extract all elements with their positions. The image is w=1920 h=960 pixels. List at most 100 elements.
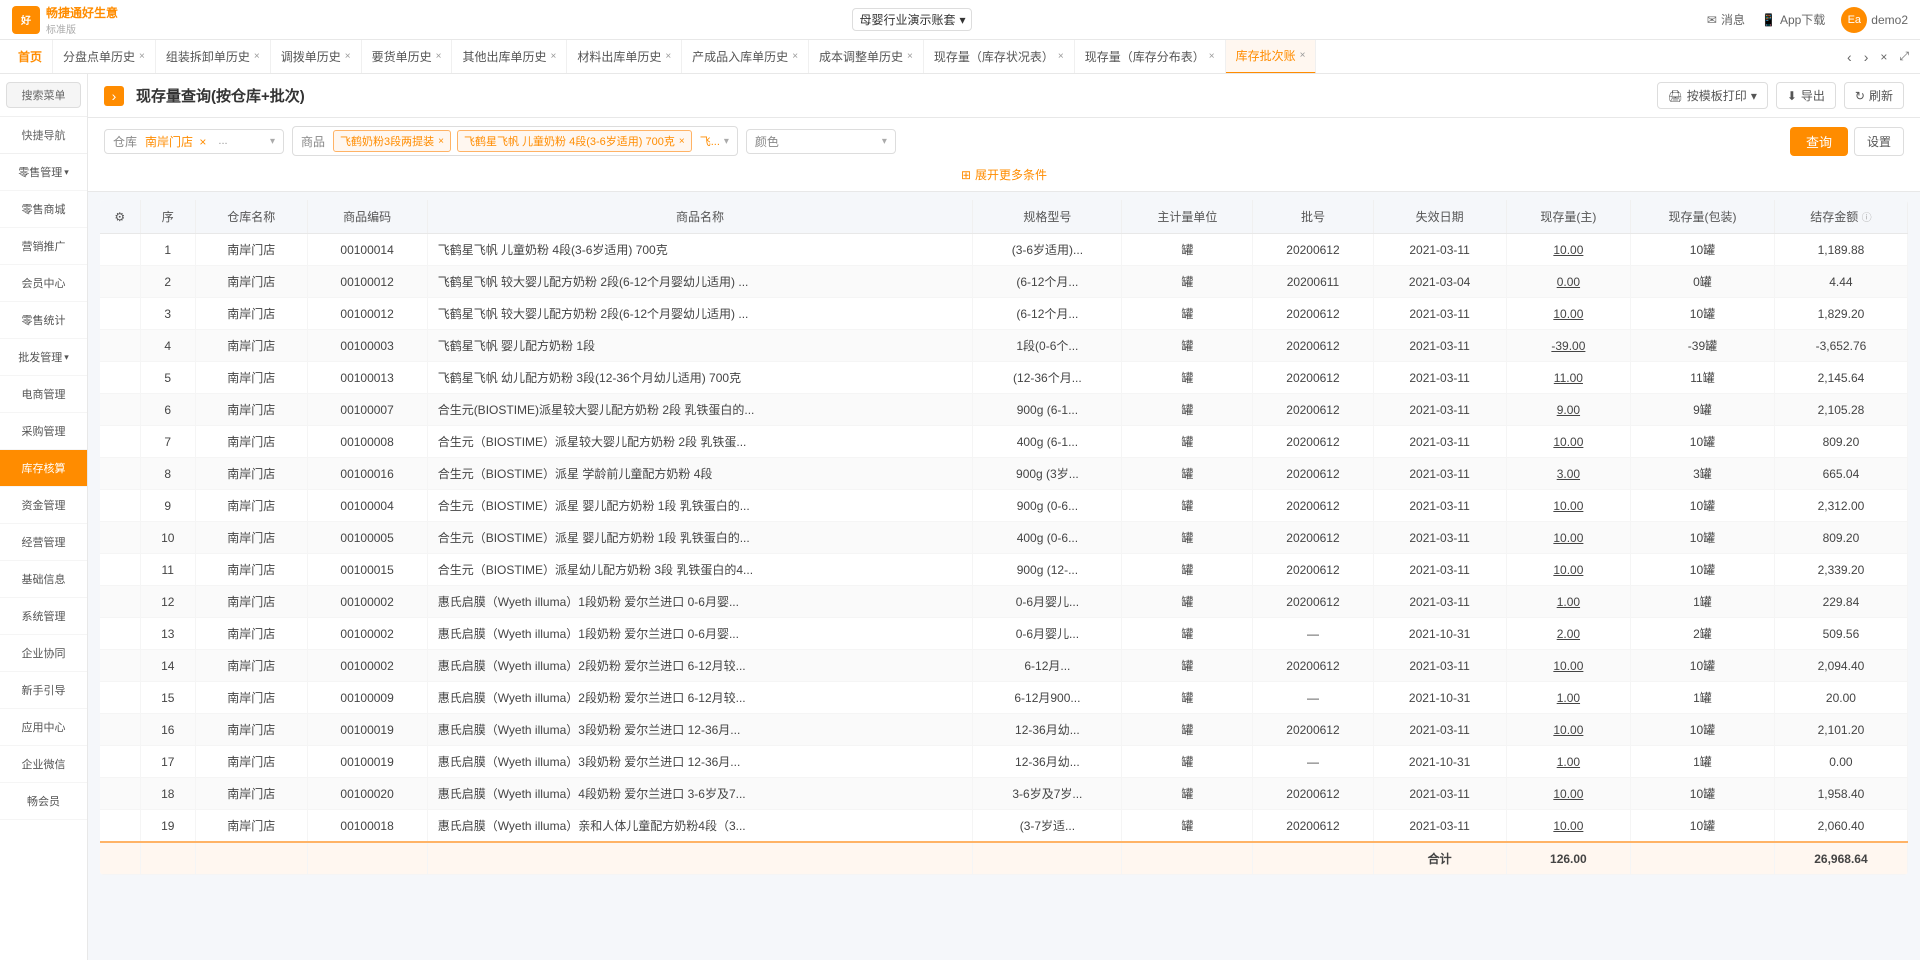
col-settings[interactable]: ⚙ xyxy=(100,200,140,234)
sidebar-item-wholesale[interactable]: 批发管理 ▾ xyxy=(0,339,87,376)
warehouse-tag-close-icon[interactable]: × xyxy=(199,135,206,149)
print-btn[interactable]: 🖨 按模板打印 ▾ xyxy=(1657,82,1768,109)
tab-prev-btn[interactable]: ‹ xyxy=(1844,49,1855,65)
product-filter[interactable]: 商品 飞鹤奶粉3段两提装 × 飞鹤星飞帆 儿童奶粉 4段(3-6岁适用) 700… xyxy=(292,126,738,156)
app-download-btn[interactable]: 📱 App下载 xyxy=(1761,11,1825,28)
search-menu-btn[interactable]: 搜索菜单 xyxy=(6,82,81,108)
sidebar-item-finance[interactable]: 资金管理 xyxy=(0,487,87,524)
row-stock-main[interactable]: 10.00 xyxy=(1506,554,1630,586)
account-dropdown[interactable]: 母婴行业演示账套 ▾ xyxy=(852,8,972,31)
sidebar-item-stats[interactable]: 零售统计 xyxy=(0,302,87,339)
table-body: 1南岸门店00100014飞鹤星飞帆 儿童奶粉 4段(3-6岁适用) 700克(… xyxy=(100,234,1908,875)
row-check xyxy=(100,650,140,682)
tab-stock-distribution[interactable]: 现存量（库存分布表） × xyxy=(1075,40,1226,74)
sidebar-item-shop[interactable]: 零售商城 xyxy=(0,191,87,228)
tab-disassembly-history[interactable]: 组装拆卸单历史 × xyxy=(156,40,271,74)
row-stock-pkg: 1罐 xyxy=(1631,746,1775,778)
sidebar-item-corp[interactable]: 企业协同 xyxy=(0,635,87,672)
row-stock-main[interactable]: -39.00 xyxy=(1506,330,1630,362)
sidebar-item-ecommerce[interactable]: 电商管理 xyxy=(0,376,87,413)
row-check xyxy=(100,362,140,394)
sidebar-item-guide[interactable]: 新手引导 xyxy=(0,672,87,709)
sidebar-item-inventory[interactable]: 库存核算 xyxy=(0,450,87,487)
row-stock-main[interactable]: 1.00 xyxy=(1506,682,1630,714)
product-dropdown-icon[interactable]: ▾ xyxy=(724,136,729,147)
tab-close-icon[interactable]: × xyxy=(139,51,145,62)
sidebar-toggle-btn[interactable]: › xyxy=(104,86,124,106)
app-name: 畅捷通好生意 xyxy=(46,4,118,21)
row-stock-main[interactable]: 9.00 xyxy=(1506,394,1630,426)
tab-close-icon[interactable]: × xyxy=(1058,51,1064,62)
table-row: 3南岸门店00100012飞鹤星飞帆 较大婴儿配方奶粉 2段(6-12个月婴幼儿… xyxy=(100,298,1908,330)
tab-other-out-history[interactable]: 其他出库单历史 × xyxy=(452,40,567,74)
color-filter[interactable]: 颜色 ▾ xyxy=(746,129,896,154)
sidebar-item-system[interactable]: 系统管理 xyxy=(0,598,87,635)
warehouse-more: ... xyxy=(218,135,227,147)
quick-nav-btn[interactable]: 快捷导航 xyxy=(0,123,87,147)
product-tag-1[interactable]: 飞鹤奶粉3段两提装 × xyxy=(333,130,451,152)
row-stock-main[interactable]: 10.00 xyxy=(1506,298,1630,330)
row-stock-main[interactable]: 10.00 xyxy=(1506,490,1630,522)
user-area[interactable]: Ea demo2 xyxy=(1841,7,1908,33)
tab-home[interactable]: 首页 xyxy=(8,40,53,74)
export-btn[interactable]: ⬇ 导出 xyxy=(1776,82,1836,109)
tab-mix-history[interactable]: 调拨单历史 × xyxy=(271,40,362,74)
tab-close-icon[interactable]: × xyxy=(1300,50,1306,61)
settings-btn[interactable]: 设置 xyxy=(1854,127,1904,156)
row-stock-main[interactable]: 2.00 xyxy=(1506,618,1630,650)
sidebar-item-corp-wechat[interactable]: 企业微信 xyxy=(0,746,87,783)
tab-close-icon[interactable]: × xyxy=(1209,51,1215,62)
product-tag-2-close-icon[interactable]: × xyxy=(679,136,685,147)
sidebar-item-marketing[interactable]: 营销推广 xyxy=(0,228,87,265)
tab-close-icon[interactable]: × xyxy=(436,51,442,62)
tab-batch-voucher[interactable]: 库存批次账 × xyxy=(1226,40,1317,74)
expand-more-btn[interactable]: ⊞ 展开更多条件 xyxy=(961,166,1047,183)
sidebar-item-purchase[interactable]: 采购管理 xyxy=(0,413,87,450)
tab-close-icon[interactable]: × xyxy=(665,51,671,62)
tab-cost-adjust-history[interactable]: 成本调整单历史 × xyxy=(809,40,924,74)
row-stock-main[interactable]: 10.00 xyxy=(1506,650,1630,682)
col-product-name: 商品名称 xyxy=(427,200,973,234)
info-icon[interactable]: ⓘ xyxy=(1862,213,1872,224)
row-stock-main[interactable]: 10.00 xyxy=(1506,778,1630,810)
tab-close-icon[interactable]: × xyxy=(792,51,798,62)
row-stock-main[interactable]: 10.00 xyxy=(1506,522,1630,554)
warehouse-filter[interactable]: 仓库 南岸门店 × ... ▾ xyxy=(104,129,284,154)
sidebar-item-business[interactable]: 经营管理 xyxy=(0,524,87,561)
row-stock-main[interactable]: 11.00 xyxy=(1506,362,1630,394)
tab-distribution-history[interactable]: 分盘点单历史 × xyxy=(53,40,156,74)
footer-cell-1 xyxy=(140,842,196,875)
page-header: › 现存量查询(按仓库+批次) 🖨 按模板打印 ▾ ⬇ 导出 ↻ 刷新 xyxy=(88,74,1920,118)
tab-close-icon[interactable]: × xyxy=(550,51,556,62)
sidebar-item-members[interactable]: 会员中心 xyxy=(0,265,87,302)
tab-close-icon[interactable]: × xyxy=(345,51,351,62)
row-stock-main[interactable]: 10.00 xyxy=(1506,714,1630,746)
tab-requisition-history[interactable]: 要货单历史 × xyxy=(362,40,453,74)
product-tag-1-close-icon[interactable]: × xyxy=(438,136,444,147)
tab-next-btn[interactable]: › xyxy=(1861,49,1872,65)
tab-fullscreen-btn[interactable]: ⤢ xyxy=(1896,49,1912,64)
warehouse-dropdown-icon[interactable]: ▾ xyxy=(270,136,275,147)
refresh-btn[interactable]: ↻ 刷新 xyxy=(1844,82,1904,109)
product-tag-2[interactable]: 飞鹤星飞帆 儿童奶粉 4段(3-6岁适用) 700克 × xyxy=(457,130,692,152)
row-stock-main[interactable]: 0.00 xyxy=(1506,266,1630,298)
sidebar-item-membership[interactable]: 畅会员 xyxy=(0,783,87,820)
row-stock-main[interactable]: 1.00 xyxy=(1506,586,1630,618)
color-dropdown-icon[interactable]: ▾ xyxy=(882,136,887,147)
query-btn[interactable]: 查询 xyxy=(1790,127,1848,156)
tab-stock-status[interactable]: 现存量（库存状况表） × xyxy=(924,40,1075,74)
sidebar-item-retail[interactable]: 零售管理 ▾ xyxy=(0,154,87,191)
sidebar-item-basic[interactable]: 基础信息 xyxy=(0,561,87,598)
tab-close-icon[interactable]: × xyxy=(254,51,260,62)
row-stock-main[interactable]: 10.00 xyxy=(1506,810,1630,843)
row-stock-main[interactable]: 1.00 xyxy=(1506,746,1630,778)
sidebar-item-app-center[interactable]: 应用中心 xyxy=(0,709,87,746)
tab-material-out-history[interactable]: 材料出库单历史 × xyxy=(567,40,682,74)
row-stock-main[interactable]: 10.00 xyxy=(1506,426,1630,458)
tab-close-icon[interactable]: × xyxy=(907,51,913,62)
row-stock-main[interactable]: 3.00 xyxy=(1506,458,1630,490)
messages-btn[interactable]: ✉ 消息 xyxy=(1707,11,1745,28)
tab-production-in-history[interactable]: 产成品入库单历史 × xyxy=(682,40,809,74)
tab-close-all-btn[interactable]: × xyxy=(1877,50,1890,64)
row-stock-main[interactable]: 10.00 xyxy=(1506,234,1630,266)
